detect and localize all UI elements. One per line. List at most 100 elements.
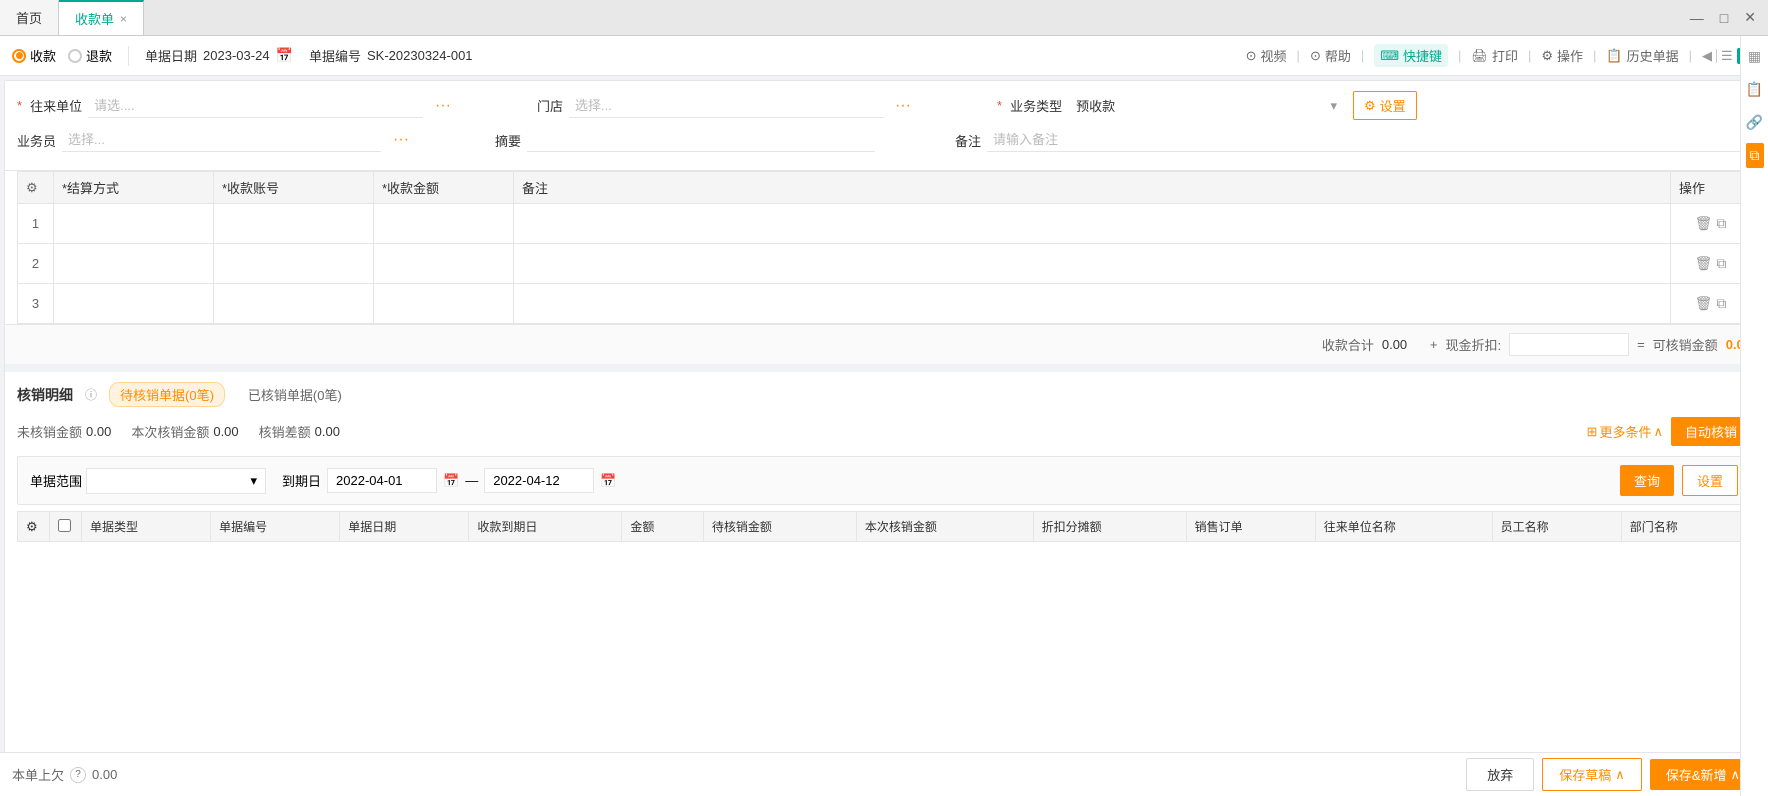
row-actions-3: 🗑 ⧉: [1671, 295, 1750, 312]
th-remark: 备注: [514, 172, 1671, 204]
copy-row-1-icon[interactable]: ⧉: [1716, 215, 1726, 232]
counterpart-required: *: [17, 98, 22, 113]
form-section: * 往来单位 ··· 门店 ··· * 业务类型 预收款 ▾: [5, 81, 1763, 171]
print-button[interactable]: 🖨 打印: [1471, 46, 1518, 65]
discount-label: 现金折扣:: [1445, 335, 1501, 354]
diff-stat: 核销差额 0.00: [259, 422, 340, 441]
current-label: 本次核销金额: [131, 422, 209, 441]
more-conditions-link[interactable]: ⊞ 更多条件 ∧: [1587, 422, 1663, 441]
remark-input[interactable]: [987, 128, 1751, 152]
delete-row-2-icon[interactable]: 🗑: [1695, 255, 1713, 272]
maximize-button[interactable]: □: [1716, 10, 1732, 26]
tab-done[interactable]: 已核销单据(0笔): [237, 382, 353, 407]
balance-help-icon[interactable]: ?: [70, 767, 86, 783]
refund-radio-label: 退款: [86, 46, 112, 65]
close-window-button[interactable]: ✕: [1740, 9, 1760, 26]
receipt-radio[interactable]: 收款: [12, 46, 56, 65]
query-button[interactable]: 查询: [1620, 465, 1674, 496]
sidebar-icon-2[interactable]: 📋: [1742, 77, 1767, 102]
date-start-input[interactable]: [327, 468, 437, 493]
amount-cell-3: [374, 284, 514, 324]
th-doc-number: 单据编号: [211, 512, 340, 542]
staff-more-icon[interactable]: ···: [387, 131, 415, 149]
toolbar: 收款 退款 单据日期 2023-03-24 📅 单据编号 SK-20230324…: [0, 36, 1768, 76]
bottom-table-settings-icon[interactable]: ⚙: [26, 519, 38, 534]
stats-row: 未核销金额 0.00 本次核销金额 0.00 核销差额 0.00 ⊞ 更多条件 …: [17, 417, 1751, 446]
remark-input-3[interactable]: [514, 284, 1670, 323]
date-end-input[interactable]: [484, 468, 594, 493]
calendar-icon[interactable]: 📅: [276, 47, 293, 64]
tab-home[interactable]: 首页: [0, 0, 59, 35]
staff-field: 业务员 ···: [17, 128, 415, 152]
row-num-2: 2: [18, 244, 54, 284]
summary-row: 收款合计 0.00 + 现金折扣: = 可核销金额 0.00: [5, 324, 1763, 364]
amount-input-1[interactable]: [374, 204, 513, 243]
help-button[interactable]: ⊙ 帮助: [1310, 46, 1351, 65]
video-button[interactable]: ⊙ 视频: [1246, 46, 1287, 65]
discount-input[interactable]: [1509, 333, 1629, 356]
tab-close-icon[interactable]: ×: [120, 12, 127, 26]
copy-row-3-icon[interactable]: ⧉: [1716, 295, 1726, 312]
sidebar-icon-4[interactable]: ⧉: [1746, 143, 1764, 168]
receipt-radio-circle: [12, 49, 26, 63]
settlement-input-1[interactable]: [54, 204, 213, 243]
account-input-3[interactable]: [214, 284, 373, 323]
table-settings-icon[interactable]: ⚙: [26, 180, 38, 195]
toolbar-right: ⊙ 视频 | ⊙ 帮助 | ⌨ 快捷键 | 🖨 打印 | ⚙ 操作 | 📋 历史…: [1246, 44, 1756, 67]
tab-pending[interactable]: 待核销单据(0笔): [109, 382, 225, 407]
sidebar-icon-1[interactable]: ▦: [1744, 44, 1765, 69]
th-pending-amount: 待核销金额: [703, 512, 856, 542]
staff-input[interactable]: [62, 128, 381, 152]
delete-row-1-icon[interactable]: 🗑: [1695, 215, 1713, 232]
nuclear-section: 核销明细 ⓘ 待核销单据(0笔) 已核销单据(0笔) 未核销金额 0.00 本次…: [5, 372, 1763, 552]
copy-row-2-icon[interactable]: ⧉: [1716, 255, 1726, 272]
shop-input[interactable]: [569, 94, 883, 118]
counterpart-input[interactable]: [88, 94, 423, 118]
account-input-1[interactable]: [214, 204, 373, 243]
remark-input-2[interactable]: [514, 244, 1670, 283]
business-type-field: * 业务类型 预收款 ▾: [997, 96, 1337, 115]
history-button[interactable]: 📋 历史单据: [1606, 46, 1678, 65]
total-value: 0.00: [1382, 337, 1422, 352]
save-draft-button[interactable]: 保存草稿 ∧: [1542, 758, 1642, 791]
settings-button[interactable]: ⚙ 设置: [1353, 91, 1417, 120]
plus-sign: +: [1430, 337, 1438, 352]
summary-input[interactable]: [527, 128, 875, 152]
settlement-input-2[interactable]: [54, 244, 213, 283]
date-start-icon[interactable]: 📅: [443, 473, 459, 489]
counterpart-more-icon[interactable]: ···: [429, 97, 457, 115]
current-stat: 本次核销金额 0.00: [131, 422, 238, 441]
summary-field: 摘要: [495, 128, 875, 152]
amount-input-2[interactable]: [374, 244, 513, 283]
prev-arrow[interactable]: ◀: [1702, 48, 1712, 64]
shortcut-button[interactable]: ⌨ 快捷键: [1374, 44, 1448, 67]
range-select[interactable]: ▾: [86, 468, 266, 494]
amount-input-3[interactable]: [374, 284, 513, 323]
settlement-input-3[interactable]: [54, 284, 213, 323]
tab-receipt[interactable]: 收款单 ×: [59, 0, 144, 35]
more-chevron-icon: ∧: [1653, 424, 1663, 440]
table-settings-button[interactable]: 设置: [1682, 465, 1738, 496]
video-icon: ⊙: [1246, 48, 1257, 64]
list-icon[interactable]: ☰: [1721, 48, 1733, 64]
sidebar-icon-3[interactable]: 🔗: [1742, 110, 1767, 135]
minimize-button[interactable]: —: [1686, 10, 1708, 26]
date-label: 单据日期: [145, 46, 197, 65]
btype-chevron-icon[interactable]: ▾: [1330, 98, 1337, 114]
select-all-checkbox[interactable]: [58, 519, 71, 532]
nuclear-help-icon[interactable]: ⓘ: [85, 386, 97, 403]
nuclear-title: 核销明细: [17, 385, 73, 405]
shop-more-icon[interactable]: ···: [889, 97, 917, 115]
delete-row-3-icon[interactable]: 🗑: [1695, 295, 1713, 312]
auto-cancel-button[interactable]: 自动核销: [1671, 417, 1751, 446]
operation-button[interactable]: ⚙ 操作: [1541, 46, 1583, 65]
refund-radio[interactable]: 退款: [68, 46, 112, 65]
abandon-button[interactable]: 放弃: [1466, 758, 1534, 791]
th-counterpart-name: 往来单位名称: [1315, 512, 1492, 542]
date-end-icon[interactable]: 📅: [600, 473, 616, 489]
account-input-2[interactable]: [214, 244, 373, 283]
th-doc-type: 单据类型: [82, 512, 211, 542]
remark-input-1[interactable]: [514, 204, 1670, 243]
shortcut-label: 快捷键: [1403, 46, 1442, 65]
save-chevron-icon: ∧: [1730, 767, 1740, 783]
